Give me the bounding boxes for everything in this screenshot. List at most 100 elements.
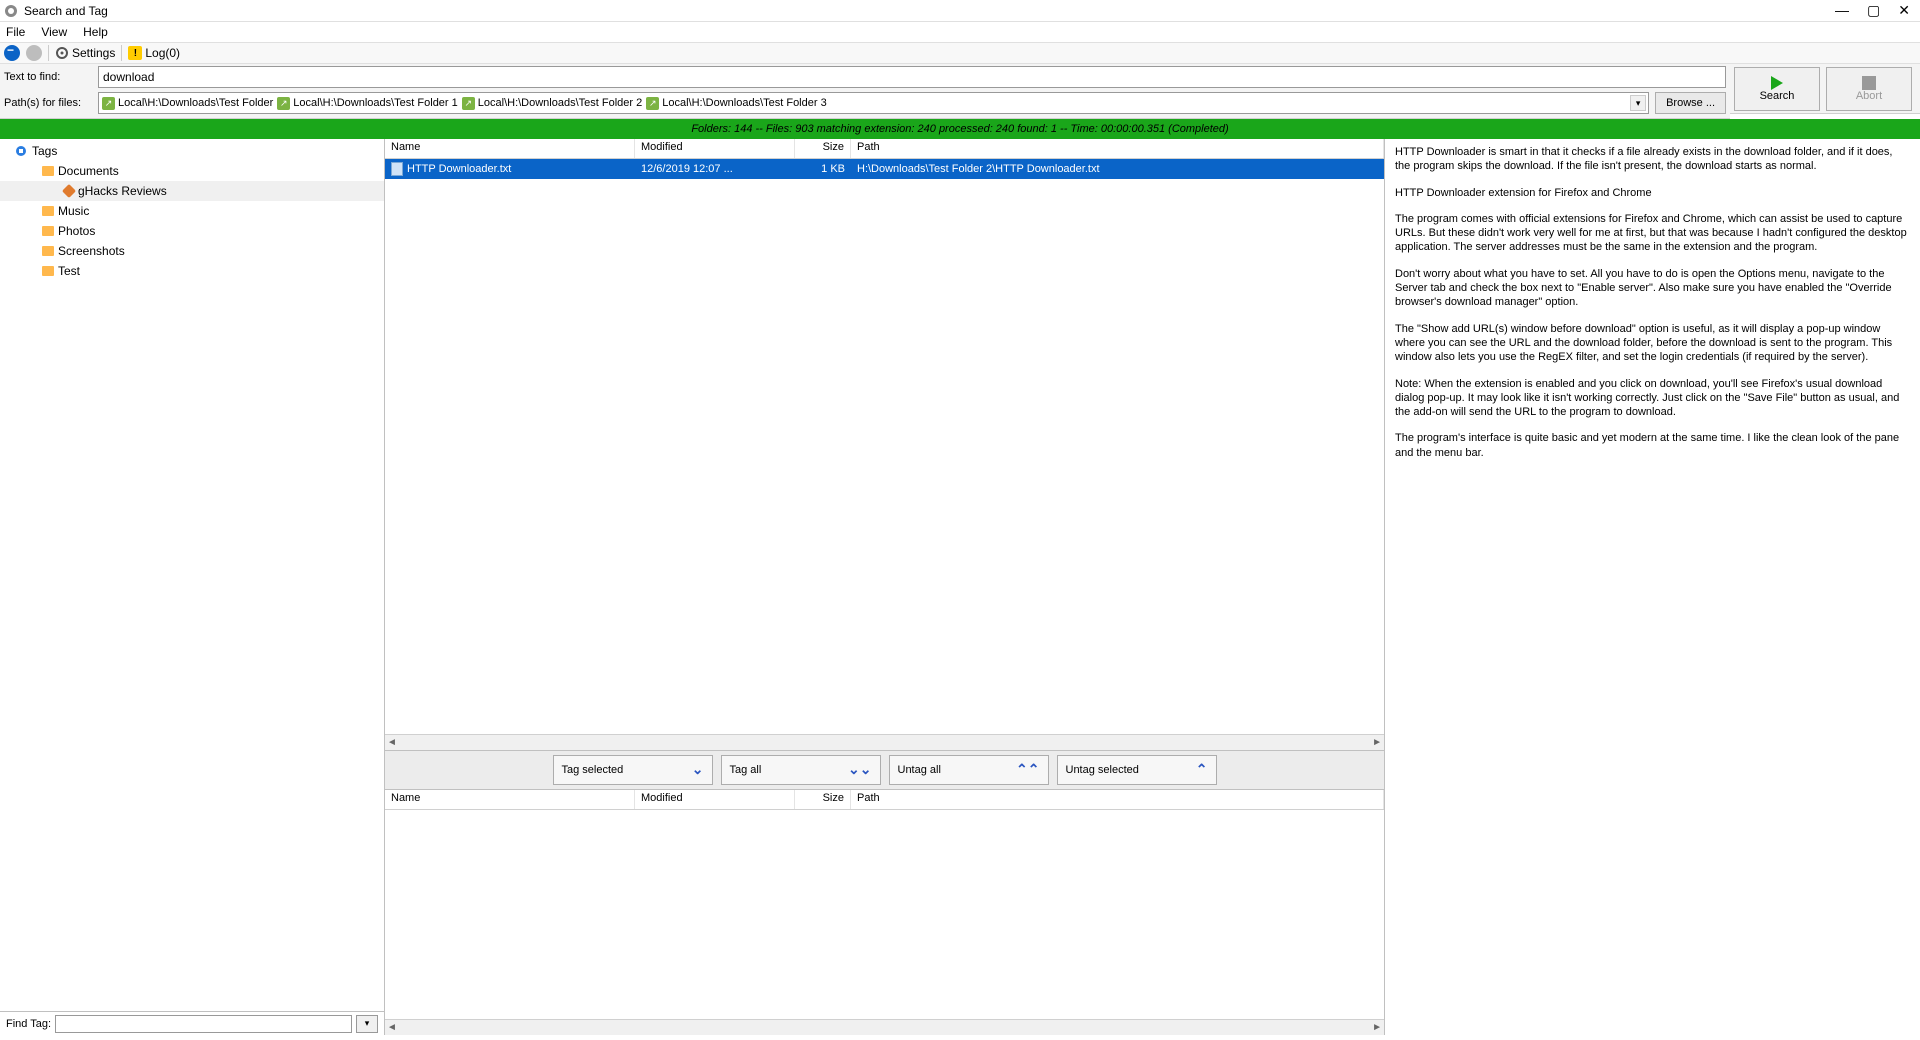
paths-input[interactable]: ↗Local\H:\Downloads\Test Folder ↗Local\H… [98,92,1649,114]
preview-paragraph: Don't worry about what you have to set. … [1395,267,1910,310]
tagged-scrollbar[interactable]: ◄► [385,1019,1384,1035]
tags-root-icon [14,144,28,158]
preview-paragraph: HTTP Downloader extension for Firefox an… [1395,186,1910,200]
menu-file[interactable]: File [6,25,25,39]
folder-icon [42,206,54,216]
toolbar-separator [48,45,49,61]
untag-selected-button[interactable]: Untag selected ⌃ [1057,755,1217,785]
col-path[interactable]: Path [851,139,1384,158]
log-label: Log(0) [145,46,180,60]
tree-item-ghacks-reviews[interactable]: gHacks Reviews [0,181,384,201]
double-chevron-down-icon: ⌄⌄ [848,762,871,777]
tag-icon [62,184,76,198]
results-body[interactable]: HTTP Downloader.txt 12/6/2019 12:07 ... … [385,159,1384,734]
tag-actions-bar: Tag selected ⌄ Tag all ⌄⌄ Untag all ⌃⌃ U… [385,750,1384,790]
sidebar: Tags Documents gHacks Reviews Music Phot… [0,139,385,1035]
tree-item-screenshots[interactable]: Screenshots [0,241,384,261]
preview-paragraph: Note: When the extension is enabled and … [1395,377,1910,420]
path-chip[interactable]: ↗Local\H:\Downloads\Test Folder 2 [462,97,642,110]
path-chip-icon: ↗ [102,97,115,110]
menu-help[interactable]: Help [83,25,108,39]
browse-button[interactable]: Browse ... [1655,92,1726,114]
preview-pane: HTTP Downloader is smart in that it chec… [1385,139,1920,1035]
status-bar: Folders: 144 -- Files: 903 matching exte… [0,119,1920,139]
abort-button[interactable]: Abort [1826,67,1912,111]
col-name[interactable]: Name [385,139,635,158]
folder-icon [42,166,54,176]
text-to-find-label: Text to find: [4,71,92,83]
back-icon[interactable] [4,45,20,61]
toolbar-separator [121,45,122,61]
chevron-up-icon: ⌃ [1196,762,1208,777]
tree-item-documents[interactable]: Documents [0,161,384,181]
path-chip[interactable]: ↗Local\H:\Downloads\Test Folder 1 [277,97,457,110]
results-table: Name Modified Size Path HTTP Downloader.… [385,139,1384,750]
preview-paragraph: HTTP Downloader is smart in that it chec… [1395,145,1910,174]
menu-view[interactable]: View [41,25,67,39]
text-to-find-input[interactable] [98,66,1726,88]
find-tag-label: Find Tag: [6,1018,51,1030]
path-chip-icon: ↗ [462,97,475,110]
play-icon [1771,76,1783,90]
folder-icon [42,226,54,236]
col-modified[interactable]: Modified [635,790,795,809]
path-chip-icon: ↗ [646,97,659,110]
abort-button-label: Abort [1856,90,1882,102]
titlebar: Search and Tag — ▢ ✕ [0,0,1920,22]
tags-tree[interactable]: Tags Documents gHacks Reviews Music Phot… [0,139,384,1011]
log-button[interactable]: ! Log(0) [128,46,180,60]
untag-all-button[interactable]: Untag all ⌃⌃ [889,755,1049,785]
find-tag-input[interactable] [55,1015,352,1033]
center-area: Name Modified Size Path HTTP Downloader.… [385,139,1385,1035]
tree-item-test[interactable]: Test [0,261,384,281]
path-chip[interactable]: ↗Local\H:\Downloads\Test Folder [102,97,273,110]
preview-paragraph: The program's interface is quite basic a… [1395,431,1910,460]
file-icon [391,162,403,176]
tree-item-photos[interactable]: Photos [0,221,384,241]
tagged-table: Name Modified Size Path ◄► [385,790,1384,1035]
find-tag-dropdown[interactable]: ▾ [356,1015,378,1033]
double-chevron-up-icon: ⌃⌃ [1016,762,1039,777]
search-button[interactable]: Search [1734,67,1820,111]
minimize-button[interactable]: — [1835,2,1849,19]
col-size[interactable]: Size [795,139,851,158]
toolbar: Settings ! Log(0) [0,42,1920,64]
results-scrollbar[interactable]: ◄► [385,734,1384,750]
col-modified[interactable]: Modified [635,139,795,158]
results-header: Name Modified Size Path [385,139,1384,159]
path-chip[interactable]: ↗Local\H:\Downloads\Test Folder 3 [646,97,826,110]
col-size[interactable]: Size [795,790,851,809]
warning-icon: ! [128,46,142,60]
find-tag-row: Find Tag: ▾ [0,1011,384,1035]
folder-icon [42,266,54,276]
maximize-button[interactable]: ▢ [1867,2,1880,19]
preview-paragraph: The program comes with official extensio… [1395,212,1910,255]
paths-label: Path(s) for files: [4,97,92,109]
paths-dropdown-icon[interactable]: ▾ [1630,95,1646,111]
window-title: Search and Tag [24,4,1835,18]
gear-icon [55,46,69,60]
search-button-label: Search [1760,90,1795,102]
app-icon [4,4,18,18]
tree-root-label: Tags [32,144,57,158]
settings-button[interactable]: Settings [55,46,115,60]
forward-icon[interactable] [26,45,42,61]
tag-selected-button[interactable]: Tag selected ⌄ [553,755,713,785]
col-path[interactable]: Path [851,790,1384,809]
folder-icon [42,246,54,256]
tagged-body[interactable] [385,810,1384,1019]
tag-all-button[interactable]: Tag all ⌄⌄ [721,755,881,785]
tree-root-tags[interactable]: Tags [0,141,384,161]
stop-icon [1862,76,1876,90]
status-text: Folders: 144 -- Files: 903 matching exte… [691,123,1228,135]
chevron-down-icon: ⌄ [692,762,704,777]
settings-label: Settings [72,46,115,60]
preview-paragraph: The "Show add URL(s) window before downl… [1395,322,1910,365]
tree-item-music[interactable]: Music [0,201,384,221]
result-row[interactable]: HTTP Downloader.txt 12/6/2019 12:07 ... … [385,159,1384,179]
menubar: File View Help [0,22,1920,42]
path-chip-icon: ↗ [277,97,290,110]
tagged-header: Name Modified Size Path [385,790,1384,810]
col-name[interactable]: Name [385,790,635,809]
close-button[interactable]: ✕ [1898,2,1910,19]
